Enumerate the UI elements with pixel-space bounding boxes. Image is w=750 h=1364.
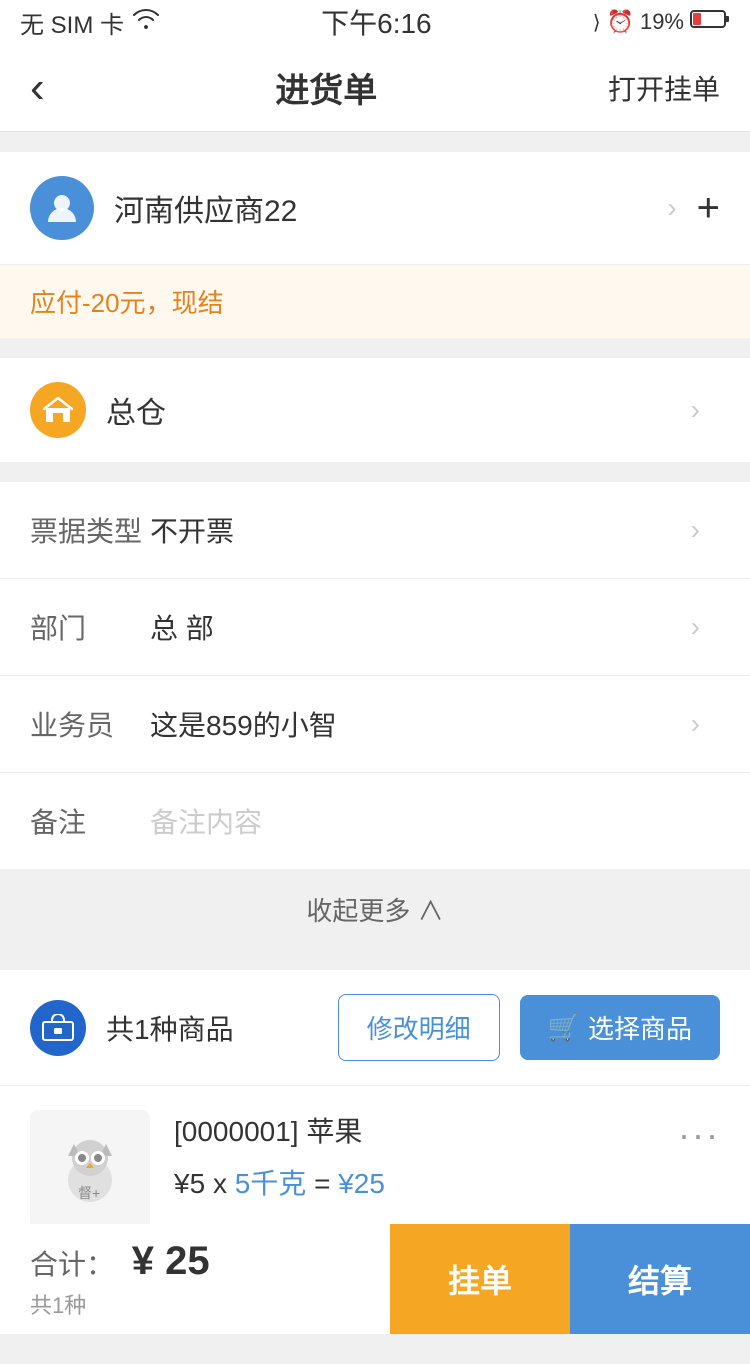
section-gap-3	[0, 462, 750, 482]
quantity-value: 5千克	[235, 1168, 307, 1199]
product-title: [0000001] 苹果	[174, 1110, 654, 1150]
collapse-button[interactable]: 收起更多 ∧	[0, 869, 750, 950]
total-section: 合计： ¥ 25 共1种	[0, 1239, 390, 1320]
product-thumbnail: 督+	[30, 1110, 150, 1230]
supplier-section: 河南供应商22 › + 应付-20元，现结	[0, 152, 750, 338]
warehouse-section: 总仓 ›	[0, 358, 750, 462]
product-count: 共1种商品	[106, 1008, 318, 1048]
department-label: 部门	[30, 607, 150, 647]
status-bar: 无 SIM 卡 下午6:16 ⟩ ⏰ 19%	[0, 0, 750, 44]
wifi-icon	[132, 8, 160, 36]
remarks-row[interactable]: 备注 备注内容	[0, 772, 750, 869]
salesman-value: 这是859的小智	[150, 704, 691, 744]
invoice-chevron-icon: ›	[691, 514, 700, 546]
section-gap-2	[0, 338, 750, 358]
salesman-chevron-icon: ›	[691, 708, 700, 740]
signal-text: 无 SIM 卡	[20, 5, 124, 40]
edit-detail-button[interactable]: 修改明细	[338, 994, 500, 1061]
department-value: 总 部	[150, 607, 691, 647]
hang-button[interactable]: 挂单	[390, 1224, 570, 1334]
total-label: 合计：	[30, 1249, 114, 1280]
status-bar-time: 下午6:16	[321, 2, 432, 42]
invoice-type-value: 不开票	[150, 510, 691, 550]
supplier-chevron-icon: ›	[667, 192, 676, 224]
select-product-button[interactable]: 🛒 选择商品	[520, 995, 720, 1060]
salesman-label: 业务员	[30, 704, 150, 744]
salesman-row[interactable]: 业务员 这是859的小智 ›	[0, 675, 750, 772]
total-count: 共1种	[30, 1288, 360, 1320]
product-info: [0000001] 苹果 ¥5 x 5千克 = ¥25	[174, 1110, 654, 1202]
supplier-name: 河南供应商22	[114, 186, 667, 230]
remarks-input[interactable]: 备注内容	[150, 801, 720, 841]
form-section: 票据类型 不开票 › 部门 总 部 › 业务员 这是859的小智 › 备注 备注…	[0, 482, 750, 869]
warehouse-name: 总仓	[106, 388, 691, 432]
product-price: ¥5 x 5千克 = ¥25	[174, 1162, 654, 1202]
warehouse-row[interactable]: 总仓 ›	[0, 358, 750, 462]
nav-bar: ‹ 进货单 打开挂单	[0, 44, 750, 132]
alarm-icon: ⏰	[607, 9, 634, 35]
total-amount: ¥ 25	[132, 1239, 210, 1283]
back-button[interactable]: ‹	[30, 63, 45, 113]
status-bar-right: ⟩ ⏰ 19%	[593, 8, 730, 36]
price-value: ¥5	[174, 1168, 205, 1199]
product-header: 共1种商品 修改明细 🛒 选择商品	[0, 970, 750, 1085]
invoice-type-row[interactable]: 票据类型 不开票 ›	[0, 482, 750, 578]
invoice-type-label: 票据类型	[30, 510, 150, 550]
svg-text:督+: 督+	[78, 1185, 100, 1201]
equals-sign: =	[314, 1168, 338, 1199]
settle-button[interactable]: 结算	[570, 1224, 750, 1334]
section-gap-4	[0, 950, 750, 970]
warehouse-chevron-icon: ›	[691, 394, 700, 426]
total-value: ¥25	[338, 1168, 385, 1199]
department-row[interactable]: 部门 总 部 ›	[0, 578, 750, 675]
section-gap-1	[0, 132, 750, 152]
department-chevron-icon: ›	[691, 611, 700, 643]
page-title: 进货单	[275, 63, 377, 112]
select-product-label: 选择商品	[588, 1009, 692, 1046]
product-more-button[interactable]: ···	[678, 1110, 720, 1156]
remarks-label: 备注	[30, 801, 150, 841]
battery-icon	[690, 8, 730, 36]
battery-text: 19%	[640, 9, 684, 35]
bottom-bar: 合计： ¥ 25 共1种 挂单 结算	[0, 1224, 750, 1334]
product-icon	[30, 1000, 86, 1056]
product-section: 共1种商品 修改明细 🛒 选择商品	[0, 970, 750, 1254]
price-separator: x	[213, 1168, 235, 1199]
supplier-avatar	[30, 176, 94, 240]
cart-icon: 🛒	[548, 1012, 580, 1043]
location-icon: ⟩	[593, 10, 601, 35]
add-button[interactable]: +	[697, 188, 720, 228]
total-line: 合计： ¥ 25	[30, 1239, 360, 1284]
warehouse-icon	[30, 382, 86, 438]
open-hang-button[interactable]: 打开挂单	[608, 68, 720, 108]
status-bar-left: 无 SIM 卡	[20, 5, 160, 40]
info-banner: 应付-20元，现结	[0, 265, 750, 338]
supplier-row[interactable]: 河南供应商22 › +	[0, 152, 750, 265]
